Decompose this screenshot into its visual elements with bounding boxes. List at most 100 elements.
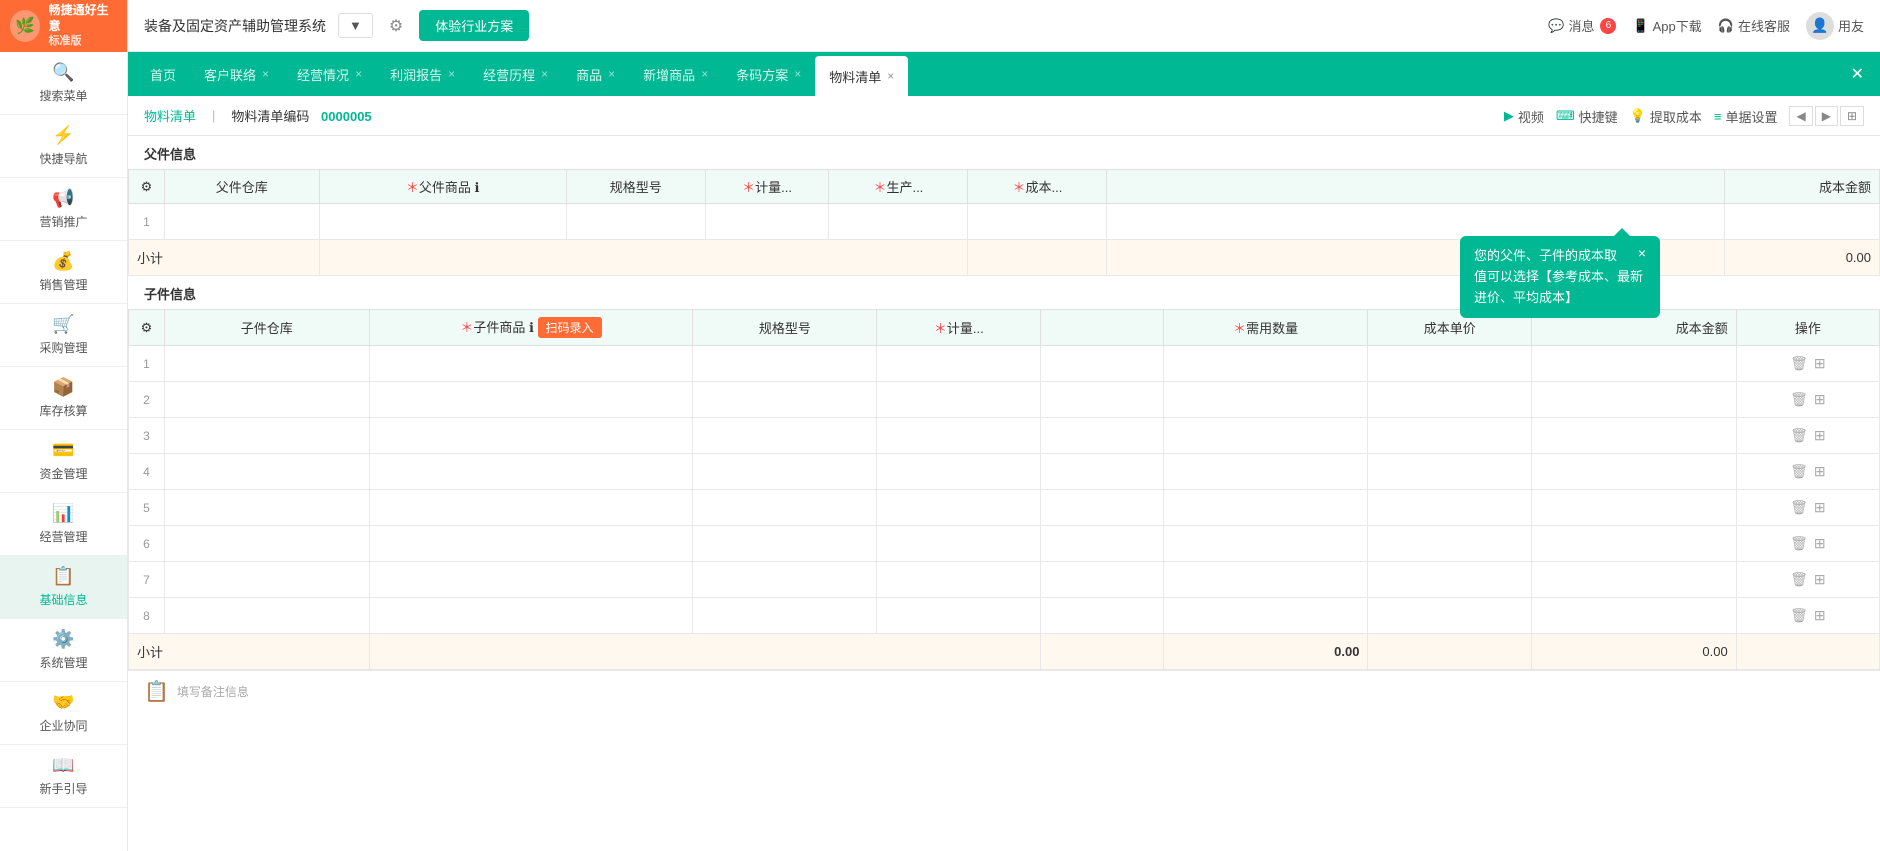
system-dropdown-button[interactable]: ▼ [338, 13, 373, 38]
sidebar-item-collab[interactable]: 🤝 企业协同 [0, 682, 127, 745]
sidebar-item-system[interactable]: ⚙️ 系统管理 [0, 619, 127, 682]
parent-row1-unit[interactable] [705, 204, 829, 240]
delete-icon-7[interactable]: 🗑 [1790, 571, 1808, 588]
child-row3-unit[interactable] [877, 418, 1041, 454]
child-row1-unitcost[interactable] [1368, 346, 1532, 382]
sidebar-item-basic[interactable]: 📋 基础信息 [0, 556, 127, 619]
tab-operations-status[interactable]: 经营情况 × [283, 52, 376, 96]
video-button[interactable]: ▶ 视频 [1504, 107, 1544, 126]
child-row7-warehouse[interactable] [165, 562, 370, 598]
child-row7-unit[interactable] [877, 562, 1041, 598]
child-row4-spec[interactable] [693, 454, 877, 490]
next-button[interactable]: ▶ [1815, 106, 1838, 126]
copy-icon-5[interactable]: ⊞ [1814, 499, 1826, 516]
parent-row1-cost[interactable] [968, 204, 1107, 240]
sidebar-item-marketing[interactable]: 📢 营销推广 [0, 178, 127, 241]
copy-icon-6[interactable]: ⊞ [1814, 535, 1826, 552]
child-row7-product[interactable] [369, 562, 693, 598]
child-row2-warehouse[interactable] [165, 382, 370, 418]
prev-button[interactable]: ◀ [1789, 106, 1812, 126]
tab-customer[interactable]: 客户联络 × [190, 52, 283, 96]
child-row2-qty[interactable] [1163, 382, 1368, 418]
copy-icon-2[interactable]: ⊞ [1814, 391, 1826, 408]
message-action[interactable]: 💬 消息 6 [1548, 16, 1616, 35]
child-row6-product[interactable] [369, 526, 693, 562]
child-row5-warehouse[interactable] [165, 490, 370, 526]
tab-close-bom[interactable]: × [887, 69, 894, 83]
tab-close-new-product[interactable]: × [701, 67, 708, 81]
child-row1-qty[interactable] [1163, 346, 1368, 382]
child-row7-spec[interactable] [693, 562, 877, 598]
child-row6-unit[interactable] [877, 526, 1041, 562]
tab-profit[interactable]: 利润报告 × [376, 52, 469, 96]
tab-product[interactable]: 商品 × [562, 52, 629, 96]
parent-th-settings[interactable]: ⚙ [129, 170, 165, 204]
child-row4-unit[interactable] [877, 454, 1041, 490]
sidebar-item-finance[interactable]: 💳 资金管理 [0, 430, 127, 493]
child-row4-qty[interactable] [1163, 454, 1368, 490]
tab-close-barcode[interactable]: × [794, 67, 801, 81]
child-row3-product[interactable] [369, 418, 693, 454]
child-row3-qty[interactable] [1163, 418, 1368, 454]
child-row1-unit[interactable] [877, 346, 1041, 382]
delete-icon-2[interactable]: 🗑 [1790, 391, 1808, 408]
parent-row1-production[interactable] [829, 204, 968, 240]
child-row5-product[interactable] [369, 490, 693, 526]
child-row8-unit[interactable] [877, 598, 1041, 634]
child-row4-warehouse[interactable] [165, 454, 370, 490]
child-row6-spec[interactable] [693, 526, 877, 562]
online-service-action[interactable]: 🎧 在线客服 [1718, 16, 1790, 35]
gear-button[interactable]: ⚙ [385, 12, 407, 40]
child-row5-spec[interactable] [693, 490, 877, 526]
sidebar-item-quicknav[interactable]: ⚡ 快捷导航 [0, 115, 127, 178]
child-row1-product[interactable] [369, 346, 693, 382]
tab-close-history[interactable]: × [541, 67, 548, 81]
child-row3-unitcost[interactable] [1368, 418, 1532, 454]
parent-row1-product[interactable] [319, 204, 566, 240]
child-row7-unitcost[interactable] [1368, 562, 1532, 598]
single-settings-button[interactable]: ≡ 单据设置 [1714, 107, 1778, 126]
tab-close-operations-status[interactable]: × [355, 67, 362, 81]
child-th-settings[interactable]: ⚙ [129, 310, 165, 346]
child-row6-qty[interactable] [1163, 526, 1368, 562]
child-row8-unitcost[interactable] [1368, 598, 1532, 634]
tab-bom[interactable]: 物料清单 × [815, 56, 908, 96]
note-placeholder[interactable]: 填写备注信息 [177, 683, 249, 700]
tab-close-customer[interactable]: × [262, 67, 269, 81]
shortcut-button[interactable]: ⌨ 快捷键 [1556, 107, 1618, 126]
tab-history[interactable]: 经营历程 × [469, 52, 562, 96]
breadcrumb-bom[interactable]: 物料清单 [144, 106, 196, 125]
sidebar-item-guide[interactable]: 📖 新手引导 [0, 745, 127, 808]
app-download-action[interactable]: 📱 App下载 [1632, 16, 1701, 35]
tab-new-product[interactable]: 新增商品 × [629, 52, 722, 96]
extract-cost-button[interactable]: 💡 提取成本 [1630, 107, 1702, 126]
child-row8-product[interactable] [369, 598, 693, 634]
child-row1-warehouse[interactable] [165, 346, 370, 382]
child-row7-qty[interactable] [1163, 562, 1368, 598]
parent-row1-spec[interactable] [566, 204, 705, 240]
scan-input-button[interactable]: 扫码录入 [538, 317, 602, 338]
tab-barcode[interactable]: 条码方案 × [722, 52, 815, 96]
child-row3-spec[interactable] [693, 418, 877, 454]
child-row2-unitcost[interactable] [1368, 382, 1532, 418]
child-row8-warehouse[interactable] [165, 598, 370, 634]
child-row4-unitcost[interactable] [1368, 454, 1532, 490]
copy-icon-7[interactable]: ⊞ [1814, 571, 1826, 588]
delete-icon-4[interactable]: 🗑 [1790, 463, 1808, 480]
close-all-tabs[interactable]: ✕ [1843, 64, 1872, 84]
child-row4-product[interactable] [369, 454, 693, 490]
delete-icon-3[interactable]: 🗑 [1790, 427, 1808, 444]
user-action[interactable]: 👤 用友 [1806, 12, 1864, 40]
child-row8-spec[interactable] [693, 598, 877, 634]
sidebar-item-sales[interactable]: 💰 销售管理 [0, 241, 127, 304]
child-row5-unit[interactable] [877, 490, 1041, 526]
tab-close-product[interactable]: × [608, 67, 615, 81]
sidebar-item-operations[interactable]: 📊 经营管理 [0, 493, 127, 556]
delete-icon[interactable]: 🗑 [1790, 355, 1808, 372]
tooltip-close-button[interactable]: × [1638, 246, 1646, 260]
sidebar-item-search[interactable]: 🔍 搜索菜单 [0, 52, 127, 115]
child-row3-warehouse[interactable] [165, 418, 370, 454]
trial-button[interactable]: 体验行业方案 [419, 10, 529, 41]
child-row8-qty[interactable] [1163, 598, 1368, 634]
child-row2-product[interactable] [369, 382, 693, 418]
